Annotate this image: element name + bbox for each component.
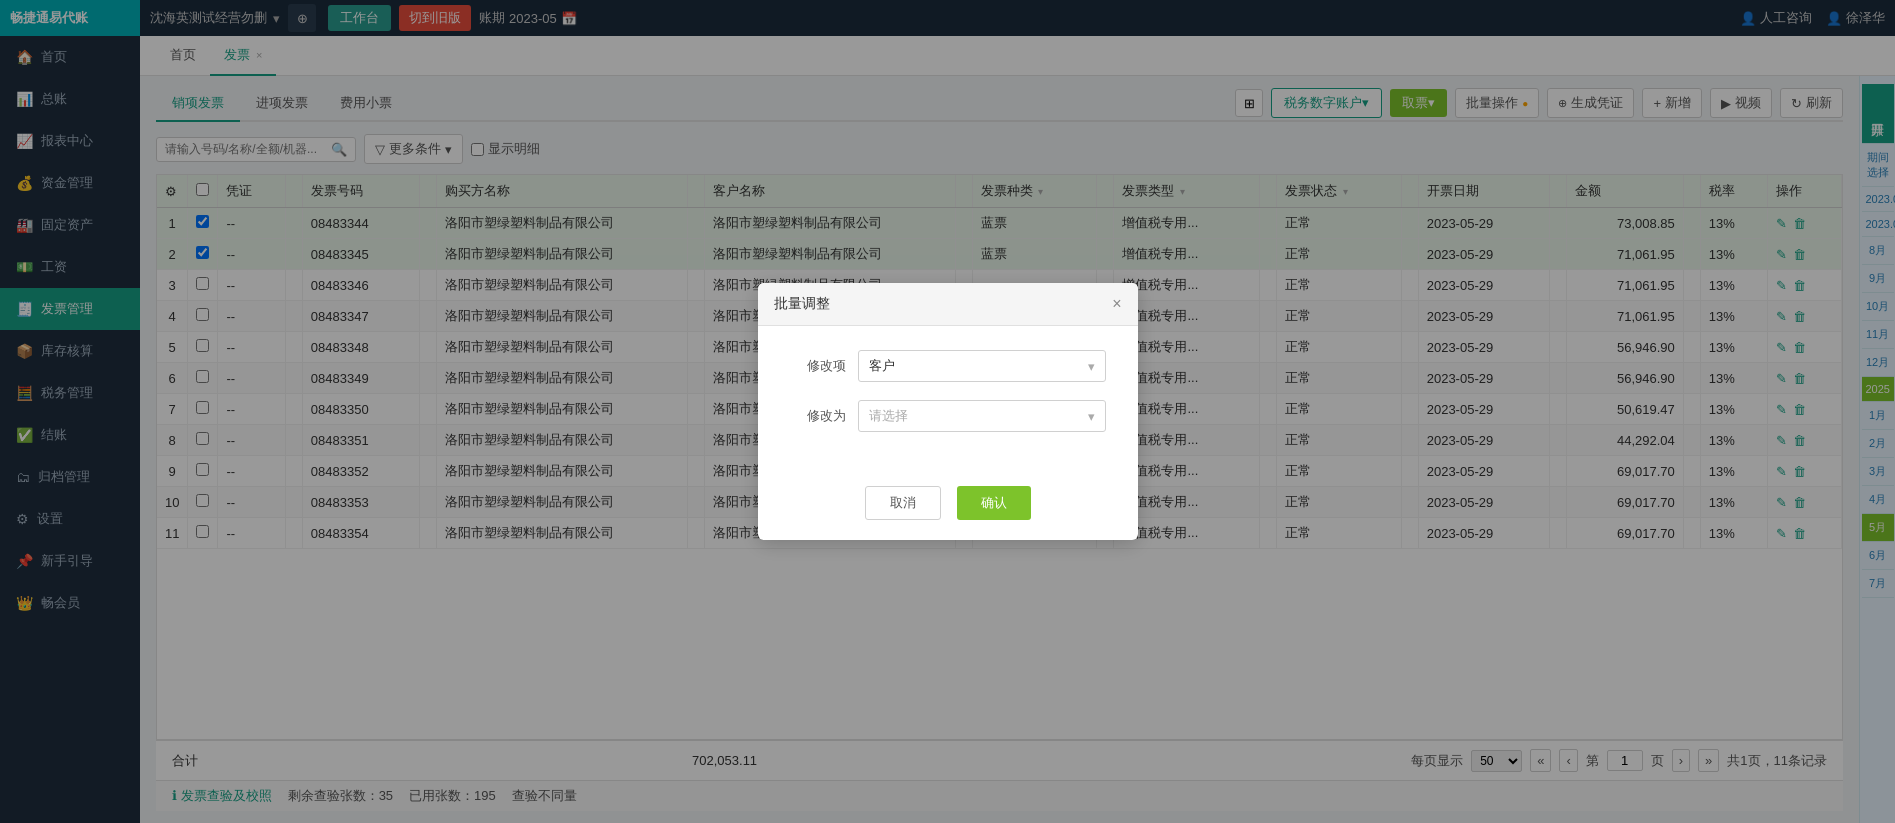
modal-close-btn[interactable]: × bbox=[1112, 295, 1121, 313]
modify-item-select[interactable]: 客户 ▾ bbox=[858, 350, 1106, 382]
modify-to-select[interactable]: 请选择 ▾ bbox=[858, 400, 1106, 432]
batch-adjust-modal: 批量调整 × 修改项 客户 ▾ 修改为 请选择 ▾ 取消 bbox=[758, 283, 1138, 540]
modal-body: 修改项 客户 ▾ 修改为 请选择 ▾ bbox=[758, 326, 1138, 474]
modal-header: 批量调整 × bbox=[758, 283, 1138, 326]
modal-confirm-btn[interactable]: 确认 bbox=[957, 486, 1031, 520]
modal-field-modify-item: 修改项 客户 ▾ bbox=[790, 350, 1106, 382]
modify-item-label: 修改项 bbox=[790, 357, 846, 375]
modal-title: 批量调整 bbox=[774, 295, 830, 313]
modify-to-label: 修改为 bbox=[790, 407, 846, 425]
modal-footer: 取消 确认 bbox=[758, 474, 1138, 540]
modify-to-arrow-icon: ▾ bbox=[1088, 409, 1095, 424]
modal-overlay[interactable]: 批量调整 × 修改项 客户 ▾ 修改为 请选择 ▾ 取消 bbox=[0, 0, 1895, 823]
modal-cancel-btn[interactable]: 取消 bbox=[865, 486, 941, 520]
modal-field-modify-to: 修改为 请选择 ▾ bbox=[790, 400, 1106, 432]
modify-item-arrow-icon: ▾ bbox=[1088, 359, 1095, 374]
